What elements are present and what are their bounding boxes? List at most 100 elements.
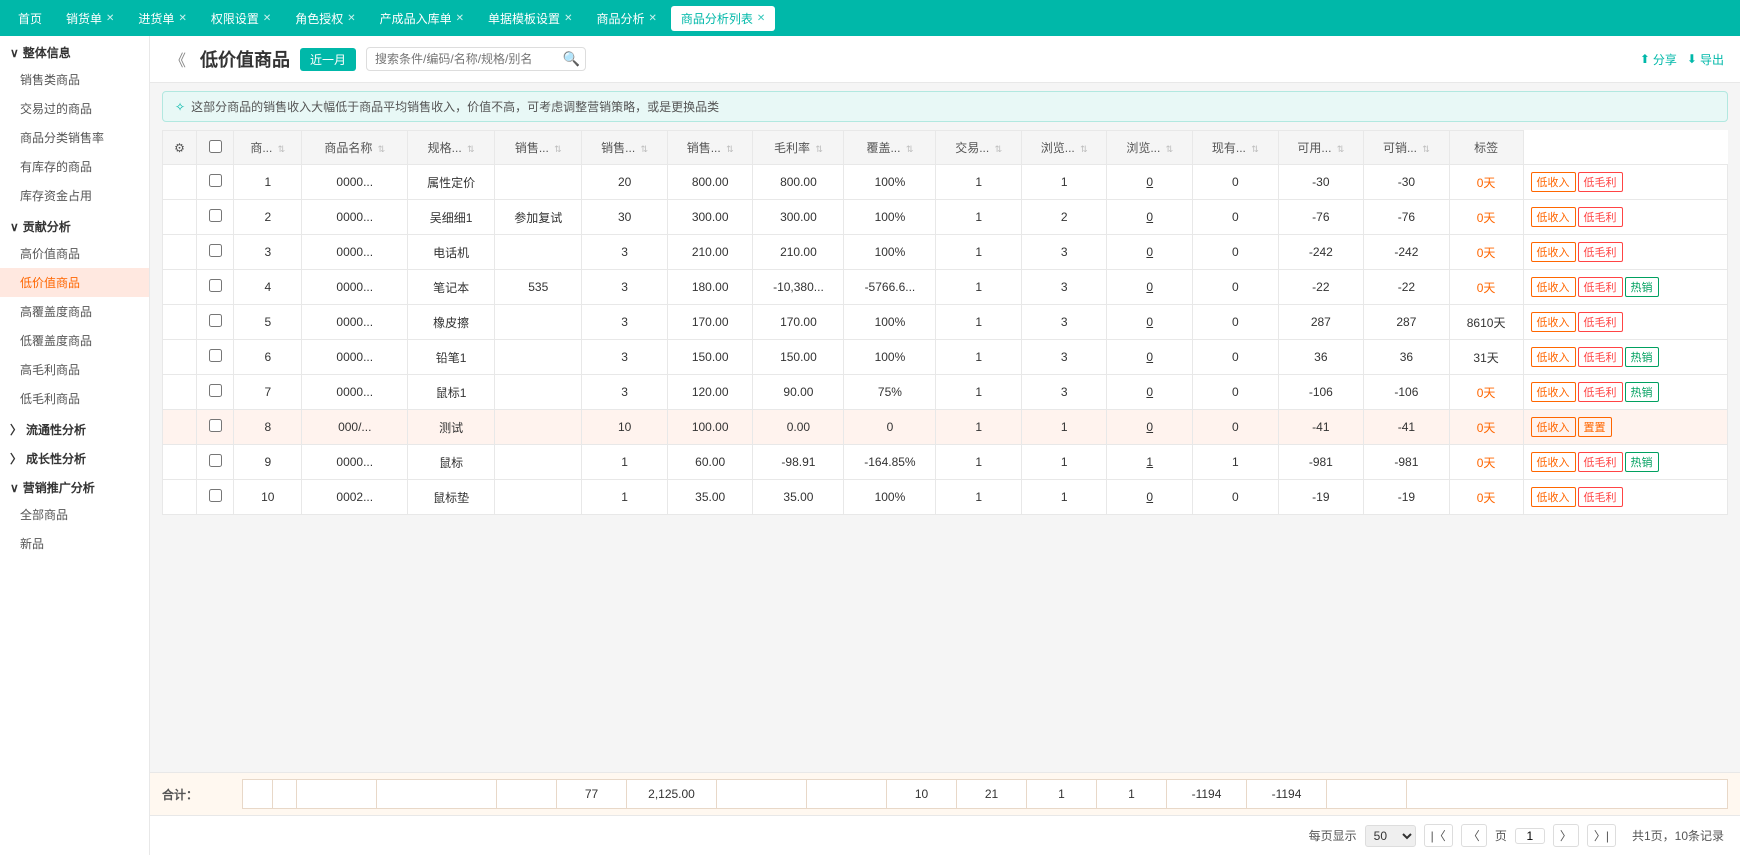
close-icon[interactable]: ✕ xyxy=(564,13,572,24)
sidebar-item-sales-goods[interactable]: 销售类商品 xyxy=(0,65,149,94)
checkbox-cell[interactable] xyxy=(196,165,233,200)
col-spec[interactable]: 规格... ⇅ xyxy=(408,131,495,165)
view-link[interactable]: 0 xyxy=(1146,245,1153,259)
row-checkbox[interactable] xyxy=(209,384,222,397)
sidebar-item-stock-capital[interactable]: 库存资金占用 xyxy=(0,181,149,210)
col-trade[interactable]: 交易... ⇅ xyxy=(936,131,1022,165)
col-gear[interactable]: ⚙ xyxy=(163,131,197,165)
sidebar-item-low-coverage[interactable]: 低覆盖度商品 xyxy=(0,326,149,355)
sidebar-item-stock-goods[interactable]: 有库存的商品 xyxy=(0,152,149,181)
row-checkbox[interactable] xyxy=(209,419,222,432)
checkbox-cell[interactable] xyxy=(196,305,233,340)
sidebar-group-overall[interactable]: ∨ 整体信息 xyxy=(0,36,149,65)
gear-cell[interactable] xyxy=(163,480,197,515)
row-view1[interactable]: 0 xyxy=(1107,235,1193,270)
sidebar-item-category-rate[interactable]: 商品分类销售率 xyxy=(0,123,149,152)
row-view1[interactable]: 0 xyxy=(1107,480,1193,515)
view-link[interactable]: 0 xyxy=(1146,350,1153,364)
row-view1[interactable]: 0 xyxy=(1107,165,1193,200)
row-checkbox[interactable] xyxy=(209,209,222,222)
gear-cell[interactable] xyxy=(163,410,197,445)
current-page-input[interactable] xyxy=(1515,828,1545,844)
col-sale-amt1[interactable]: 销售... ⇅ xyxy=(582,131,668,165)
row-checkbox[interactable] xyxy=(209,314,222,327)
col-coverage[interactable]: 覆盖... ⇅ xyxy=(844,131,936,165)
sidebar-item-low-gross[interactable]: 低毛利商品 xyxy=(0,384,149,413)
close-icon[interactable]: ✕ xyxy=(263,13,271,24)
search-input[interactable] xyxy=(366,47,586,71)
sidebar-item-new-goods[interactable]: 新品 xyxy=(0,529,149,558)
nav-product-analysis[interactable]: 商品分析 ✕ xyxy=(586,6,666,31)
share-button[interactable]: ⬆ 分享 xyxy=(1640,51,1677,68)
col-view1[interactable]: 浏览... ⇅ xyxy=(1021,131,1107,165)
nav-role-auth[interactable]: 角色授权 ✕ xyxy=(285,6,365,31)
col-available[interactable]: 可用... ⇅ xyxy=(1278,131,1364,165)
nav-sales-order[interactable]: 销货单 ✕ xyxy=(56,6,124,31)
view-link[interactable]: 0 xyxy=(1146,420,1153,434)
checkbox-cell[interactable] xyxy=(196,445,233,480)
gear-cell[interactable] xyxy=(163,270,197,305)
close-icon[interactable]: ✕ xyxy=(648,13,656,24)
sidebar-item-low-value[interactable]: 低价值商品 xyxy=(0,268,149,297)
col-view2[interactable]: 浏览... ⇅ xyxy=(1107,131,1193,165)
row-checkbox[interactable] xyxy=(209,489,222,502)
nav-template-settings[interactable]: 单据模板设置 ✕ xyxy=(478,6,582,31)
close-icon[interactable]: ✕ xyxy=(456,13,464,24)
export-button[interactable]: ⬇ 导出 xyxy=(1687,51,1724,68)
checkbox-cell[interactable] xyxy=(196,480,233,515)
gear-cell[interactable] xyxy=(163,305,197,340)
col-current[interactable]: 现有... ⇅ xyxy=(1193,131,1279,165)
nav-product-inbound[interactable]: 产成品入库单 ✕ xyxy=(370,6,474,31)
first-page-button[interactable]: |〈 xyxy=(1424,824,1453,847)
col-code[interactable]: 商... ⇅ xyxy=(234,131,302,165)
row-checkbox[interactable] xyxy=(209,244,222,257)
row-view1[interactable]: 0 xyxy=(1107,270,1193,305)
close-icon[interactable]: ✕ xyxy=(347,13,355,24)
row-view1[interactable]: 0 xyxy=(1107,410,1193,445)
nav-home[interactable]: 首页 xyxy=(8,6,52,31)
sidebar-item-high-coverage[interactable]: 高覆盖度商品 xyxy=(0,297,149,326)
checkbox-cell[interactable] xyxy=(196,200,233,235)
view-link[interactable]: 1 xyxy=(1146,455,1153,469)
next-page-button[interactable]: 〉 xyxy=(1553,824,1579,847)
sidebar-item-high-gross[interactable]: 高毛利商品 xyxy=(0,355,149,384)
close-icon[interactable]: ✕ xyxy=(106,13,114,24)
checkbox-cell[interactable] xyxy=(196,270,233,305)
checkbox-cell[interactable] xyxy=(196,375,233,410)
col-saleable[interactable]: 可销... ⇅ xyxy=(1364,131,1450,165)
view-link[interactable]: 0 xyxy=(1146,385,1153,399)
gear-cell[interactable] xyxy=(163,445,197,480)
checkbox-cell[interactable] xyxy=(196,410,233,445)
row-checkbox[interactable] xyxy=(209,279,222,292)
period-button[interactable]: 近一月 xyxy=(300,48,356,71)
select-all-checkbox[interactable] xyxy=(209,140,222,153)
gear-cell[interactable] xyxy=(163,200,197,235)
sidebar-item-high-value[interactable]: 高价值商品 xyxy=(0,239,149,268)
close-icon[interactable]: ✕ xyxy=(757,13,765,24)
prev-page-button[interactable]: 〈 xyxy=(1461,824,1487,847)
col-sale-qty[interactable]: 销售... ⇅ xyxy=(495,131,582,165)
col-sale-amt2[interactable]: 销售... ⇅ xyxy=(667,131,753,165)
sidebar-group-contribution[interactable]: ∨ 贡献分析 xyxy=(0,210,149,239)
nav-product-analysis-list[interactable]: 商品分析列表 ✕ xyxy=(671,6,775,31)
nav-purchase-order[interactable]: 进货单 ✕ xyxy=(128,6,196,31)
row-checkbox[interactable] xyxy=(209,454,222,467)
nav-permission[interactable]: 权限设置 ✕ xyxy=(201,6,281,31)
row-view1[interactable]: 0 xyxy=(1107,375,1193,410)
view-link[interactable]: 0 xyxy=(1146,280,1153,294)
row-view1[interactable]: 0 xyxy=(1107,305,1193,340)
col-name[interactable]: 商品名称 ⇅ xyxy=(302,131,408,165)
row-view1[interactable]: 0 xyxy=(1107,200,1193,235)
sidebar-item-traded-goods[interactable]: 交易过的商品 xyxy=(0,94,149,123)
row-checkbox[interactable] xyxy=(209,349,222,362)
gear-cell[interactable] xyxy=(163,165,197,200)
view-link[interactable]: 0 xyxy=(1146,315,1153,329)
page-size-select[interactable]: 50 100 xyxy=(1365,825,1416,847)
last-page-button[interactable]: 〉| xyxy=(1587,824,1616,847)
gear-cell[interactable] xyxy=(163,375,197,410)
view-link[interactable]: 0 xyxy=(1146,490,1153,504)
close-icon[interactable]: ✕ xyxy=(178,13,186,24)
checkbox-cell[interactable] xyxy=(196,340,233,375)
sidebar-collapse-button[interactable]: 《 xyxy=(166,47,190,71)
sidebar-group-marketing[interactable]: ∨ 营销推广分析 xyxy=(0,471,149,500)
